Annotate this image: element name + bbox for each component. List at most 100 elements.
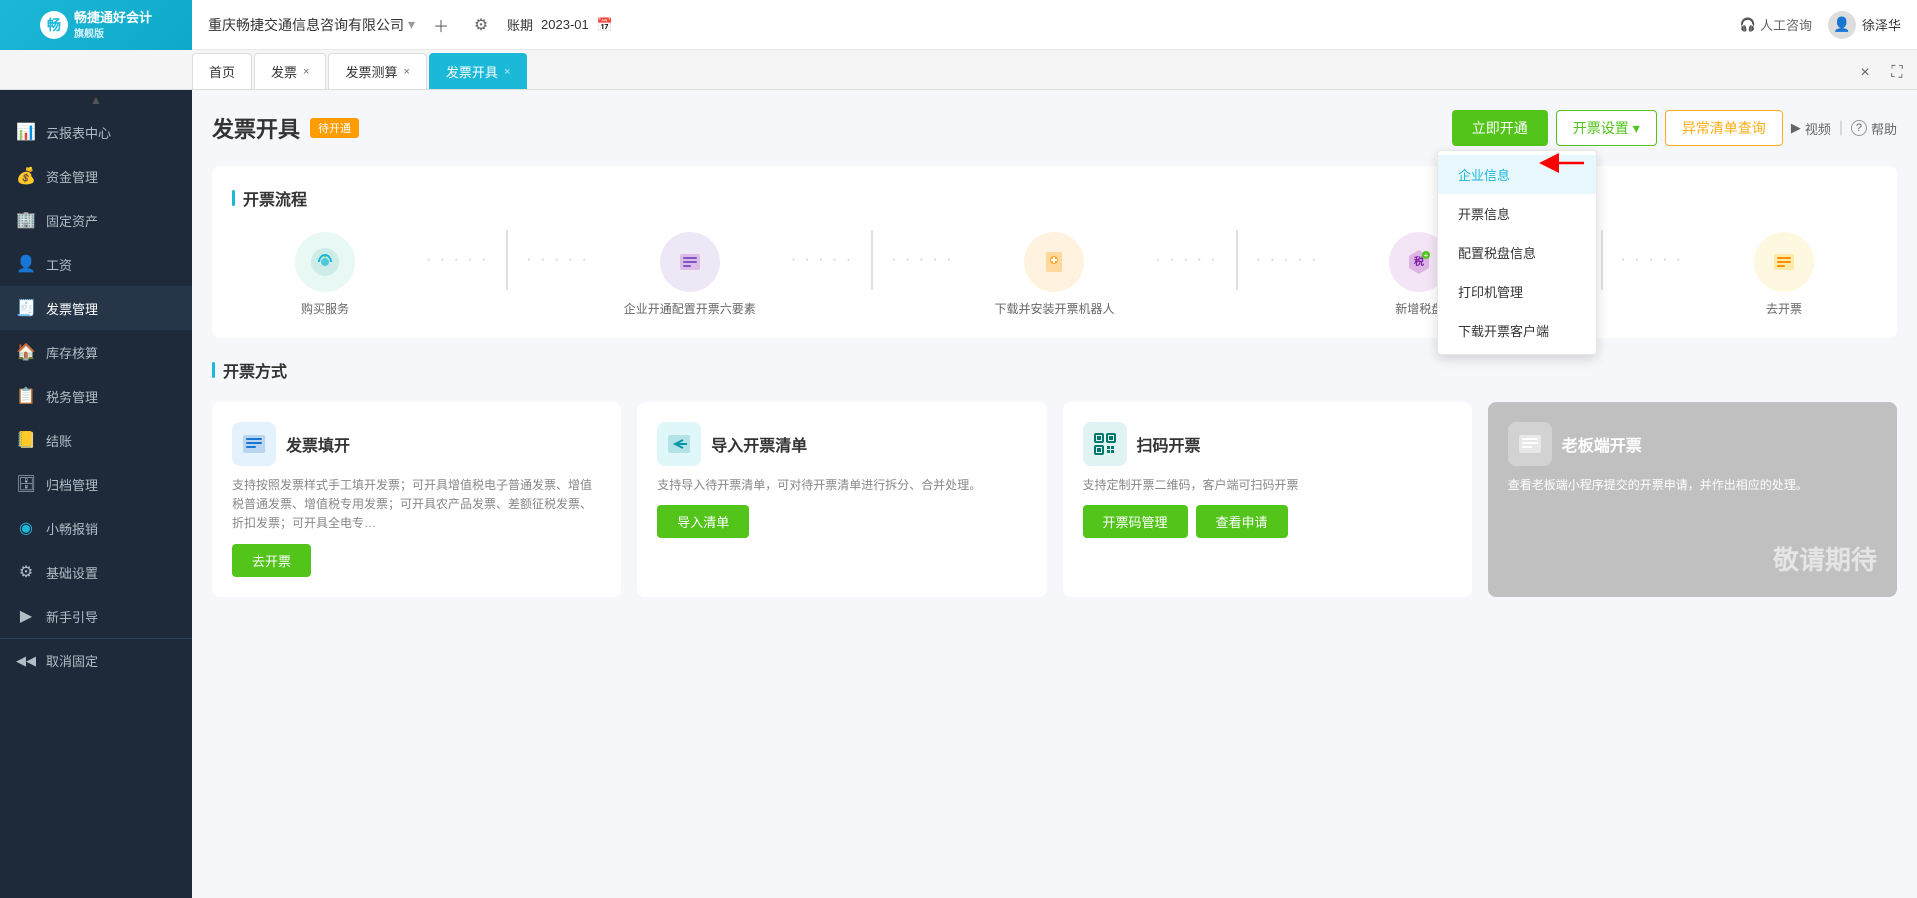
scan-qr-button[interactable]: 开票码管理	[1083, 505, 1188, 538]
sidebar-item-settle[interactable]: 📒 结账	[0, 418, 192, 462]
boss-title: 老板端开票	[1562, 432, 1642, 456]
billing-card-boss-header: 老板端开票	[1508, 422, 1877, 466]
customer-service-label: 人工咨询	[1760, 15, 1812, 34]
billing-card-import-header: 导入开票清单	[657, 422, 1026, 466]
sidebar-item-archive[interactable]: 🗄 归档管理	[0, 462, 192, 506]
page-title: 发票开具	[212, 112, 300, 144]
sidebar-item-payroll[interactable]: 👤 工资	[0, 242, 192, 286]
sidebar-item-fixed-assets[interactable]: 🏢 固定资产	[0, 198, 192, 242]
tab-calc[interactable]: 发票测算 ×	[328, 53, 426, 89]
tab-invoice[interactable]: 发票 ×	[254, 53, 326, 89]
logo-sub: 旗舰版	[74, 25, 152, 40]
pin-icon: ◀◀	[16, 653, 36, 669]
add-company-button[interactable]: ＋	[427, 11, 455, 39]
settings-button-label: 开票设置	[1573, 118, 1629, 138]
sidebar-footer-pin[interactable]: ◀◀ 取消固定	[0, 638, 192, 682]
settings-button[interactable]: 开票设置 ▾	[1556, 110, 1657, 146]
sidebar-label-expense: 小畅报销	[46, 519, 98, 538]
scan-apply-button[interactable]: 查看申请	[1196, 505, 1288, 538]
sidebar-label-inventory: 库存核算	[46, 343, 98, 362]
dropdown-menu: 企业信息 开票信息 配置税盘信息 打印机管理 下载开票客户端	[1437, 150, 1597, 355]
sidebar-item-cloud-report[interactable]: 📊 云报表中心	[0, 110, 192, 154]
header-middle: 重庆畅捷交通信息咨询有限公司 ▾ ＋ ⚙ 账期 2023-01 📅	[192, 0, 1740, 49]
sidebar-item-inventory[interactable]: 🏠 库存核算	[0, 330, 192, 374]
page-actions: 立即开通 开票设置 ▾ 异常清单查询 ▶ 视频 | ? 帮助	[1452, 110, 1897, 146]
dropdown-item-tax-config-label: 配置税盘信息	[1458, 246, 1536, 261]
import-title: 导入开票清单	[711, 432, 807, 456]
tabs-bar: 首页 发票 × 发票测算 × 发票开具 × × ⛶	[0, 50, 1917, 90]
help-label: 帮助	[1871, 119, 1897, 138]
flow-label-3: 下载并安装开票机器人	[994, 300, 1114, 317]
dropdown-item-printer[interactable]: 打印机管理	[1438, 272, 1596, 311]
sidebar-scroll-up[interactable]: ▲	[0, 90, 192, 110]
boss-desc: 查看老板端小程序提交的开票申请，并作出相应的处理。	[1508, 476, 1877, 495]
import-desc: 支持导入待开票清单，可对待开票清单进行拆分、合并处理。	[657, 476, 1026, 495]
sidebar-footer-label: 取消固定	[46, 651, 98, 670]
status-badge: 待开通	[310, 118, 359, 138]
sidebar-item-expense[interactable]: ◉ 小畅报销	[0, 506, 192, 550]
svg-text:税: 税	[1414, 255, 1424, 268]
sidebar-label-settle: 结账	[46, 431, 72, 450]
dropdown-item-invoice-info-label: 开票信息	[1458, 207, 1510, 222]
dropdown-item-company[interactable]: 企业信息	[1438, 155, 1596, 194]
flow-step-3: 下载并安装开票机器人	[962, 232, 1148, 317]
flow-divider-2	[871, 230, 873, 290]
sidebar-item-settings[interactable]: ⚙ 基础设置	[0, 550, 192, 594]
fill-go-button[interactable]: 去开票	[232, 544, 311, 577]
period-label-text: 账期	[507, 15, 533, 34]
sidebar: ▲ 📊 云报表中心 💰 资金管理 🏢 固定资产 👤 工资 🧾 发票管理 🏠 库存…	[0, 90, 192, 898]
logo-icon: 畅	[40, 11, 68, 39]
flow-steps: 购买服务 · · · · · · · · · ·	[232, 230, 1877, 318]
tab-calc-close[interactable]: ×	[403, 66, 409, 78]
video-button[interactable]: ▶ 视频	[1791, 119, 1831, 138]
fixed-assets-icon: 🏢	[16, 210, 36, 230]
help-button[interactable]: ? 帮助	[1851, 119, 1897, 138]
company-selector[interactable]: 重庆畅捷交通信息咨询有限公司 ▾	[208, 15, 415, 35]
sidebar-label-cloud-report: 云报表中心	[46, 123, 111, 142]
page-header: 发票开具 待开通 立即开通 开票设置 ▾ 异常清单查询 ▶ 视频 | ? 帮助	[212, 110, 1897, 146]
exception-button[interactable]: 异常清单查询	[1665, 110, 1783, 146]
billing-cards: 发票填开 支持按照发票样式手工填开发票；可开具增值税电子普通发票、增值税普通发票…	[212, 402, 1897, 597]
dropdown-item-tax-config[interactable]: 配置税盘信息	[1438, 233, 1596, 272]
content-area: 发票开具 待开通 立即开通 开票设置 ▾ 异常清单查询 ▶ 视频 | ? 帮助	[192, 90, 1917, 898]
fill-desc: 支持按照发票样式手工填开发票；可开具增值税电子普通发票、增值税普通发票、增值税专…	[232, 476, 601, 534]
logo-text: 畅捷通好会计	[74, 10, 152, 26]
flow-connector-1: · · · · ·	[418, 251, 496, 269]
scan-icon	[1083, 422, 1127, 466]
tab-invoice-close[interactable]: ×	[303, 66, 309, 78]
user-menu[interactable]: 👤 徐泽华	[1828, 11, 1901, 39]
sidebar-label-guide: 新手引导	[46, 607, 98, 626]
import-button[interactable]: 导入清单	[657, 505, 749, 538]
sidebar-item-tax[interactable]: 📋 税务管理	[0, 374, 192, 418]
dropdown-item-download[interactable]: 下载开票客户端	[1438, 311, 1596, 350]
main-layout: ▲ 📊 云报表中心 💰 资金管理 🏢 固定资产 👤 工资 🧾 发票管理 🏠 库存…	[0, 90, 1917, 898]
tab-issue[interactable]: 发票开具 ×	[429, 53, 527, 89]
expand-tab-button[interactable]: ⛶	[1885, 61, 1909, 85]
dropdown-item-invoice-info[interactable]: 开票信息	[1438, 194, 1596, 233]
company-name-text: 重庆畅捷交通信息咨询有限公司	[208, 15, 404, 35]
flow-label-1: 购买服务	[301, 300, 349, 317]
logo: 畅 畅捷通好会计 旗舰版	[0, 0, 192, 50]
expense-icon: ◉	[16, 518, 36, 538]
sidebar-item-finance[interactable]: 💰 资金管理	[0, 154, 192, 198]
calendar-icon[interactable]: 📅	[597, 17, 613, 33]
fill-icon	[232, 422, 276, 466]
tab-home[interactable]: 首页	[192, 53, 252, 89]
close-tab-button[interactable]: ×	[1853, 61, 1877, 85]
flow-connector-3b: · · · · ·	[1248, 251, 1326, 269]
flow-label-5: 去开票	[1766, 300, 1802, 317]
settings-sidebar-icon: ⚙	[16, 562, 36, 582]
boss-icon	[1508, 422, 1552, 466]
video-label: 视频	[1805, 119, 1831, 138]
tax-icon: 📋	[16, 386, 36, 406]
billing-section: 开票方式 发票填开	[212, 358, 1897, 597]
settings-icon[interactable]: ⚙	[467, 11, 495, 39]
chevron-down-icon[interactable]: ▾	[408, 16, 415, 33]
customer-service[interactable]: 🎧 人工咨询	[1740, 15, 1812, 34]
sidebar-item-invoice[interactable]: 🧾 发票管理	[0, 286, 192, 330]
sidebar-label-payroll: 工资	[46, 255, 72, 274]
sidebar-item-guide[interactable]: ▶ 新手引导	[0, 594, 192, 638]
activate-button[interactable]: 立即开通	[1452, 110, 1548, 146]
tab-issue-close[interactable]: ×	[504, 66, 510, 78]
dropdown-item-download-label: 下载开票客户端	[1458, 324, 1549, 339]
